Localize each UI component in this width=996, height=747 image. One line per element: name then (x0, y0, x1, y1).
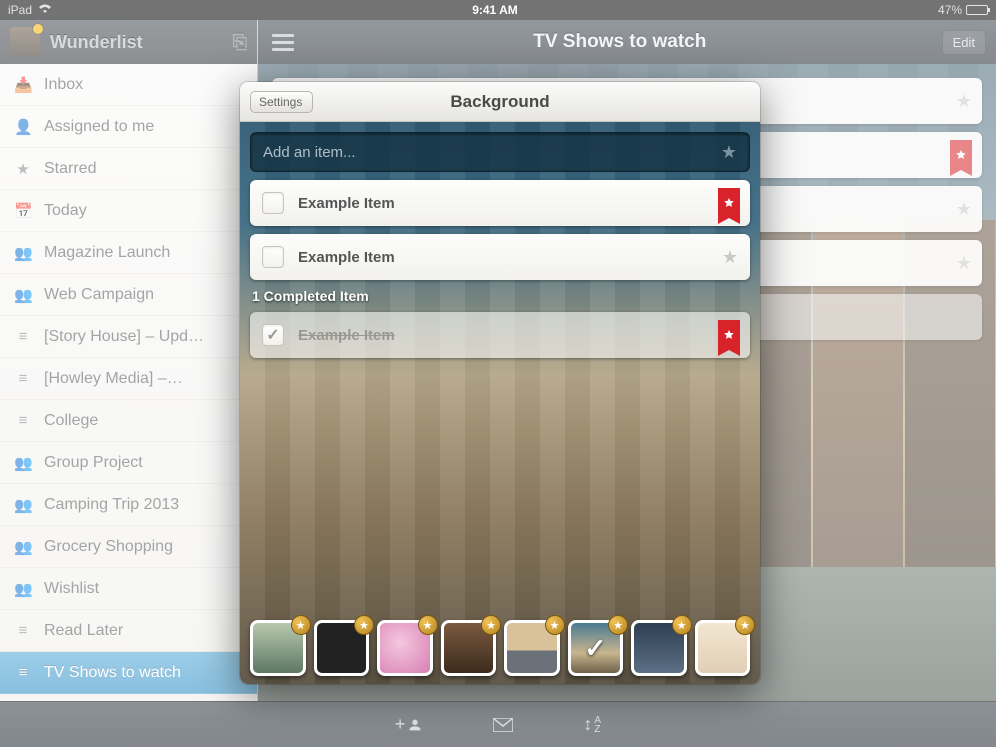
premium-badge-icon: ★ (291, 615, 311, 635)
premium-badge-icon: ★ (481, 615, 501, 635)
background-thumb[interactable]: ★ (441, 620, 497, 676)
premium-badge-icon: ★ (418, 615, 438, 635)
background-thumb[interactable]: ★ (377, 620, 433, 676)
add-item-input[interactable] (263, 144, 721, 161)
checkbox[interactable] (262, 192, 284, 214)
task-label: Example Item (298, 327, 704, 344)
modal-body: ★ Example Item Example Item ★ 1 Completed … (240, 122, 760, 684)
background-thumb[interactable]: ★ (250, 620, 306, 676)
background-thumb[interactable]: ★ (504, 620, 560, 676)
modal-title: Background (240, 92, 760, 112)
background-thumb[interactable]: ★ (631, 620, 687, 676)
premium-badge-icon: ★ (354, 615, 374, 635)
checkbox[interactable] (262, 246, 284, 268)
background-thumb[interactable]: ★ (568, 620, 624, 676)
task-row[interactable]: Example Item ★ (250, 234, 750, 280)
task-label: Example Item (298, 195, 704, 212)
premium-badge-icon: ★ (608, 615, 628, 635)
checkbox[interactable] (262, 324, 284, 346)
background-thumbnails: ★★★★★★★★ (240, 620, 760, 676)
completed-section-label[interactable]: 1 Completed Item (252, 288, 748, 304)
star-ribbon-icon[interactable] (718, 320, 740, 350)
modal-header: Settings Background (240, 82, 760, 122)
star-ribbon-icon[interactable] (718, 188, 740, 218)
star-icon[interactable]: ★ (721, 142, 737, 163)
background-thumb[interactable]: ★ (695, 620, 751, 676)
star-icon[interactable]: ★ (722, 247, 738, 268)
premium-badge-icon: ★ (545, 615, 565, 635)
settings-back-button[interactable]: Settings (250, 91, 313, 113)
task-row[interactable]: Example Item (250, 180, 750, 226)
background-thumb[interactable]: ★ (314, 620, 370, 676)
background-settings-modal: Settings Background ★ Example ItemExampl… (240, 82, 760, 684)
task-row[interactable]: Example Item (250, 312, 750, 358)
premium-badge-icon: ★ (735, 615, 755, 635)
premium-badge-icon: ★ (672, 615, 692, 635)
add-item-field[interactable]: ★ (250, 132, 750, 172)
task-label: Example Item (298, 249, 708, 266)
